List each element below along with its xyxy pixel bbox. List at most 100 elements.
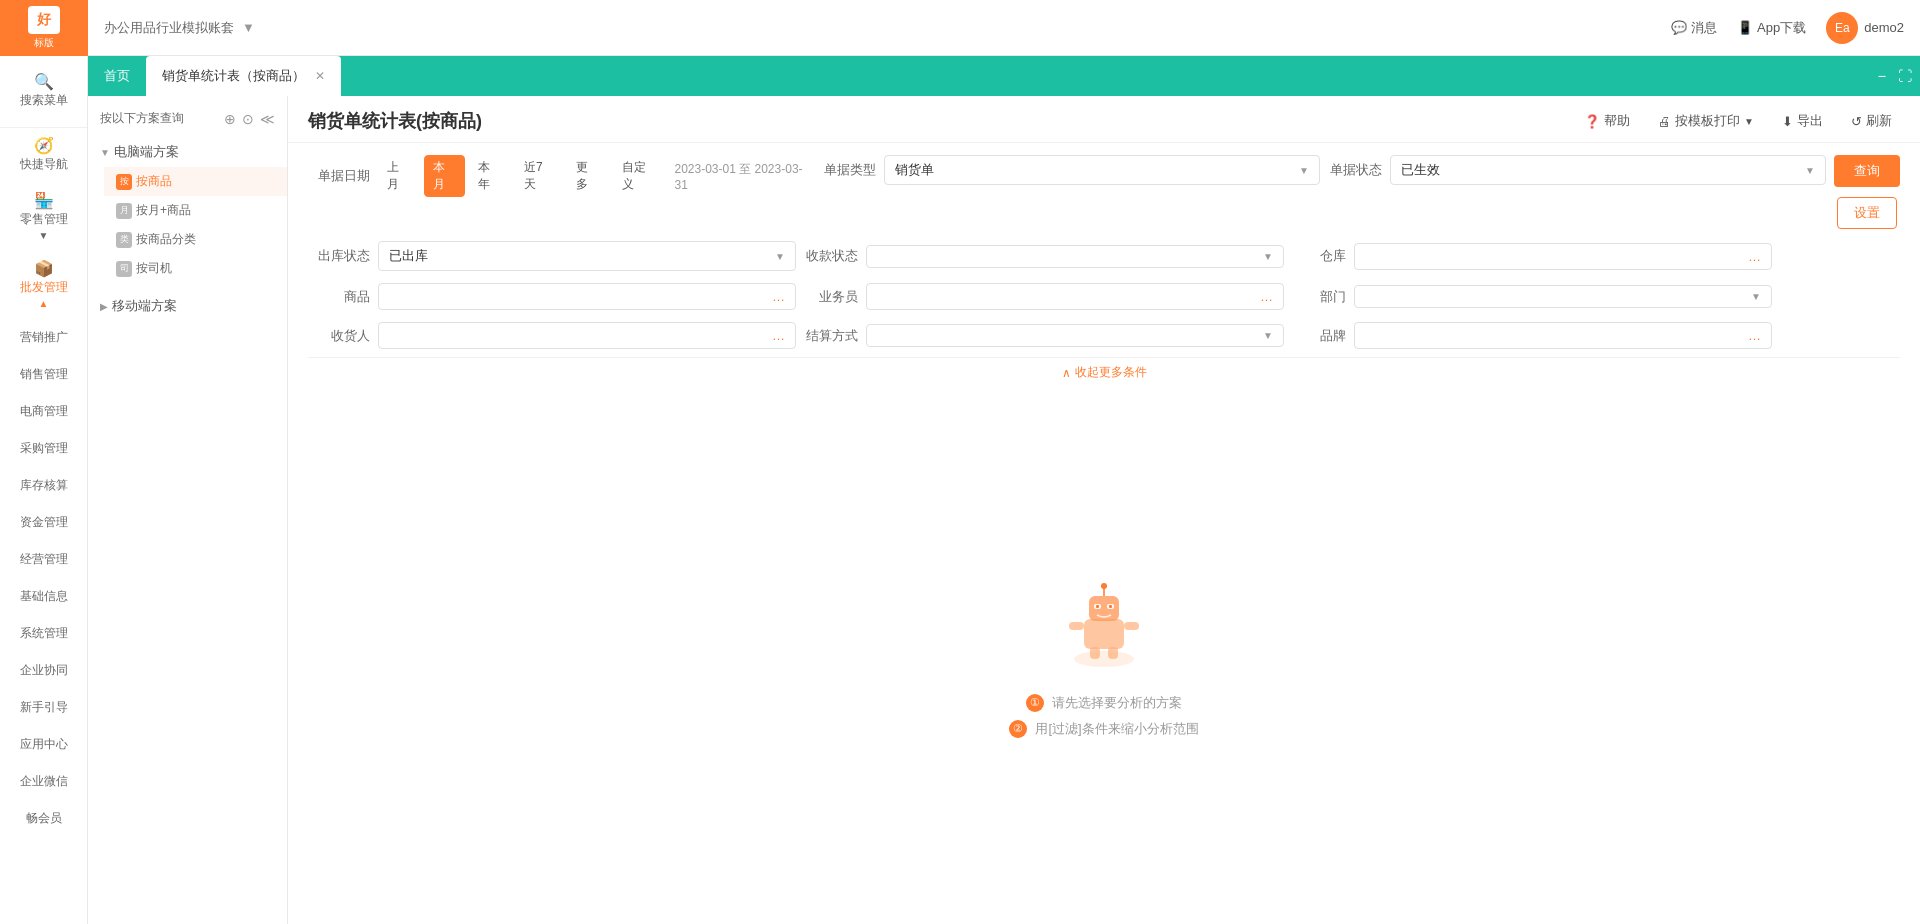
tree-pc-header[interactable]: ▼ 电脑端方案 xyxy=(88,137,287,167)
message-btn[interactable]: 💬 消息 xyxy=(1671,19,1717,37)
tree-item-by-month-goods[interactable]: 月 按月+商品 xyxy=(104,196,287,225)
sidebar-item-search[interactable]: 🔍 搜索菜单 xyxy=(0,64,87,119)
refresh-btn[interactable]: ↺ 刷新 xyxy=(1843,108,1900,134)
sidebar-item-guide[interactable]: 新手引导 xyxy=(0,689,87,726)
filter-goods-group: 商品 … xyxy=(308,283,796,310)
sidebar-item-member[interactable]: 畅会员 xyxy=(0,800,87,837)
settlement-chevron: ▼ xyxy=(1263,330,1273,341)
warehouse-input[interactable]: … xyxy=(1354,243,1772,270)
sidebar-item-retail[interactable]: 🏪 零售管理 ▼ xyxy=(0,183,87,251)
tab-maximize-icon[interactable]: ⛶ xyxy=(1898,68,1912,84)
settings-button[interactable]: 设置 xyxy=(1837,197,1897,229)
sidebar-logo[interactable]: 好 标版 xyxy=(0,0,88,56)
doc-status-select[interactable]: 已生效 ▼ xyxy=(1390,155,1826,185)
left-panel: 按以下方案查询 ⊕ ⊙ ≪ ▼ 电脑端方案 按 按商品 xyxy=(88,96,288,924)
tree-item-by-category[interactable]: 类 按商品分类 xyxy=(104,225,287,254)
date-btn-this-year[interactable]: 本年 xyxy=(469,155,511,197)
tab-close-icon[interactable]: ✕ xyxy=(315,69,325,83)
tree-section-pc: ▼ 电脑端方案 按 按商品 月 按月+商品 类 按商品分类 xyxy=(88,133,287,287)
help-btn[interactable]: ❓ 帮助 xyxy=(1576,108,1638,134)
tree-expand-icon: ▼ xyxy=(100,147,110,158)
sidebar-item-apps[interactable]: 应用中心 xyxy=(0,726,87,763)
receiver-input[interactable]: … xyxy=(378,322,796,349)
date-btn-7days[interactable]: 近7天 xyxy=(515,155,563,197)
sidebar-item-sales[interactable]: 销售管理 xyxy=(0,356,87,393)
sidebar-item-ecommerce[interactable]: 电商管理 xyxy=(0,393,87,430)
receiver-label: 收货人 xyxy=(308,327,378,345)
doc-type-value: 销货单 xyxy=(895,161,934,179)
export-btn[interactable]: ⬇ 导出 xyxy=(1774,108,1831,134)
filter-out-status-group: 出库状态 已出库 ▼ xyxy=(308,241,796,271)
print-btn[interactable]: 🖨 按模板打印 ▼ xyxy=(1650,108,1762,134)
tree-item-by-goods[interactable]: 按 按商品 xyxy=(104,167,287,196)
tree-item-by-driver[interactable]: 司 按司机 xyxy=(104,254,287,283)
salesman-dots: … xyxy=(1260,289,1273,304)
sidebar-item-purchase[interactable]: 采购管理 xyxy=(0,430,87,467)
doc-status-chevron: ▼ xyxy=(1805,165,1815,176)
svg-rect-8 xyxy=(1109,605,1112,608)
filter-collect-status-group: 收款状态 ▼ xyxy=(796,245,1284,268)
search-icon: 🔍 xyxy=(34,74,54,90)
sidebar-item-base[interactable]: 基础信息 xyxy=(0,578,87,615)
tree-item-month-goods-label: 按月+商品 xyxy=(136,202,191,219)
sidebar-item-wholesale[interactable]: 📦 批发管理 ▲ xyxy=(0,251,87,319)
user-menu[interactable]: Ea demo2 xyxy=(1826,12,1904,44)
settlement-select[interactable]: ▼ xyxy=(866,324,1284,347)
filter-row-2: 出库状态 已出库 ▼ 收款状态 ▼ 仓库 xyxy=(308,241,1900,271)
query-button[interactable]: 查询 xyxy=(1834,155,1900,187)
date-btn-this-month[interactable]: 本月 xyxy=(424,155,466,197)
sidebar-item-enterprise[interactable]: 企业协同 xyxy=(0,652,87,689)
page-header: 销货单统计表(按商品) ❓ 帮助 🖨 按模板打印 ▼ ⬇ 导出 xyxy=(288,96,1920,143)
date-btn-more[interactable]: 更多 xyxy=(567,155,609,197)
header-left: 办公用品行业模拟账套 ▼ xyxy=(104,19,255,37)
logo-text: 标版 xyxy=(34,36,54,50)
tree-mobile-expand-icon: ▶ xyxy=(100,301,108,312)
goods-input[interactable]: … xyxy=(378,283,796,310)
app-download-btn[interactable]: 📱 App下载 xyxy=(1737,19,1806,37)
collapse-panel-icon[interactable]: ≪ xyxy=(260,111,275,127)
tab-home[interactable]: 首页 xyxy=(88,56,146,96)
help-icon: ❓ xyxy=(1584,114,1600,129)
dept-select[interactable]: ▼ xyxy=(1354,285,1772,308)
sidebar-item-system[interactable]: 系统管理 xyxy=(0,615,87,652)
svg-rect-10 xyxy=(1124,622,1139,630)
collapse-label: 收起更多条件 xyxy=(1075,364,1147,381)
tree-pc-label: 电脑端方案 xyxy=(114,143,179,161)
date-btn-custom[interactable]: 自定义 xyxy=(613,155,667,197)
logo-icon: 好 xyxy=(28,6,60,34)
top-header: 办公用品行业模拟账套 ▼ 💬 消息 📱 App下载 Ea demo2 xyxy=(88,0,1920,56)
tree-mobile-header[interactable]: ▶ 移动端方案 xyxy=(88,291,287,321)
filter-doc-type-group: 单据类型 销货单 ▼ xyxy=(814,155,1320,185)
salesman-input[interactable]: … xyxy=(866,283,1284,310)
collect-status-chevron: ▼ xyxy=(1263,251,1273,262)
username: demo2 xyxy=(1864,20,1904,35)
industry-dropdown-icon[interactable]: ▼ xyxy=(242,20,255,35)
collapse-filter-btn[interactable]: ∧ 收起更多条件 xyxy=(308,357,1900,387)
dept-label: 部门 xyxy=(1284,288,1354,306)
out-status-select[interactable]: 已出库 ▼ xyxy=(378,241,796,271)
filter-brand-group: 品牌 … xyxy=(1284,322,1772,349)
sidebar: 好 标版 🔍 搜索菜单 🧭 快捷导航 🏪 零售管理 ▼ 📦 批发管理 ▲ 营销推… xyxy=(0,0,88,924)
industry-name: 办公用品行业模拟账套 xyxy=(104,19,234,37)
sidebar-item-quick-nav[interactable]: 🧭 快捷导航 xyxy=(0,128,87,183)
sidebar-item-inventory[interactable]: 库存核算 xyxy=(0,467,87,504)
tip1-num: ① xyxy=(1026,694,1044,712)
sidebar-item-operations[interactable]: 经营管理 xyxy=(0,541,87,578)
sidebar-item-marketing[interactable]: 营销推广 xyxy=(0,319,87,356)
date-btn-last-month[interactable]: 上月 xyxy=(378,155,420,197)
tree-item-by-goods-label: 按商品 xyxy=(136,173,172,190)
tab-minimize-icon[interactable]: － xyxy=(1874,66,1890,87)
doc-type-select[interactable]: 销货单 ▼ xyxy=(884,155,1320,185)
collect-status-select[interactable]: ▼ xyxy=(866,245,1284,268)
query-btn-group: 查询 设置 xyxy=(1834,155,1900,229)
goods-dots: … xyxy=(772,289,785,304)
compass-icon: 🧭 xyxy=(34,138,54,154)
dept-chevron: ▼ xyxy=(1751,291,1761,302)
filter-receiver-group: 收货人 … xyxy=(308,322,796,349)
sidebar-item-finance[interactable]: 资金管理 xyxy=(0,504,87,541)
settings-scheme-icon[interactable]: ⊙ xyxy=(242,111,254,127)
tab-sales-stats[interactable]: 销货单统计表（按商品） ✕ xyxy=(146,56,341,96)
add-scheme-icon[interactable]: ⊕ xyxy=(224,111,236,127)
sidebar-item-wechat[interactable]: 企业微信 xyxy=(0,763,87,800)
brand-input[interactable]: … xyxy=(1354,322,1772,349)
